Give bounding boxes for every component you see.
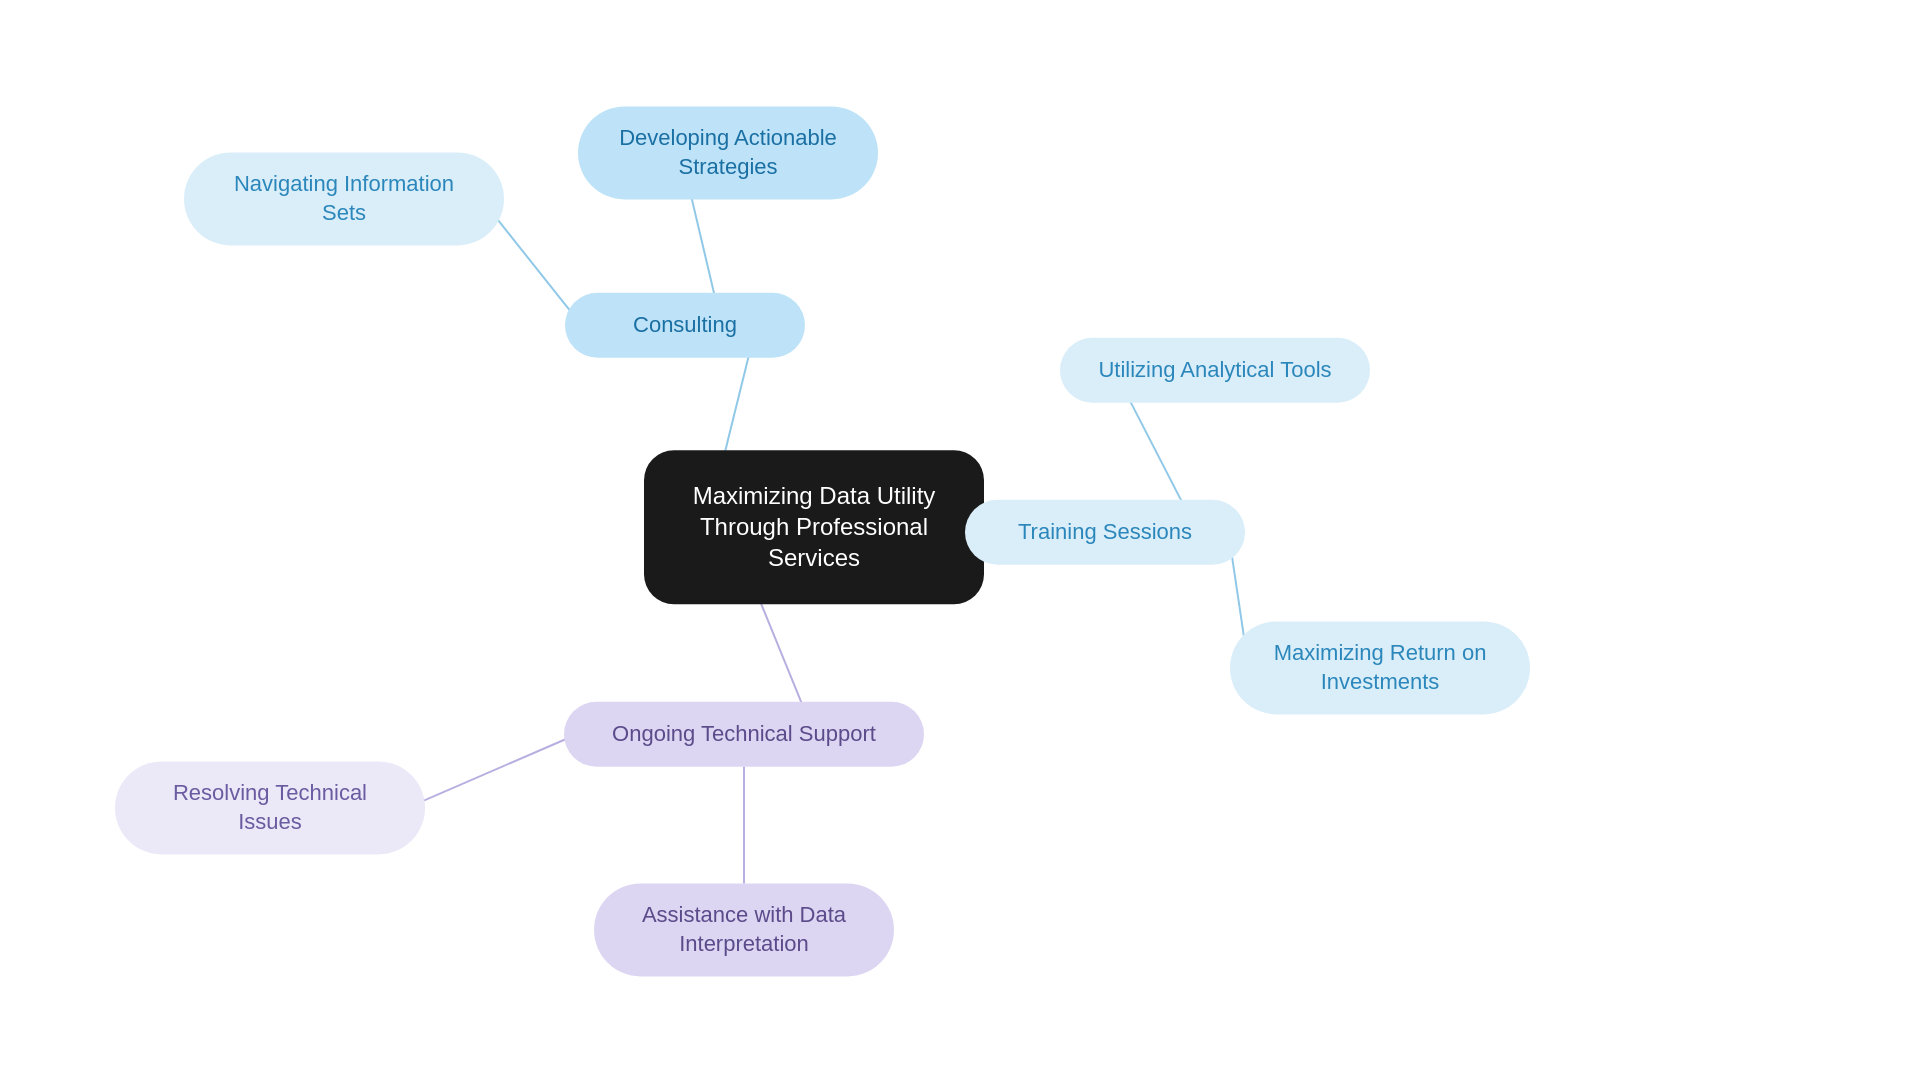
center-node: Maximizing Data Utility Through Professi…	[644, 450, 984, 604]
navigating-node: Navigating Information Sets	[184, 152, 504, 245]
consulting-node: Consulting	[565, 293, 805, 358]
developing-node: Developing Actionable Strategies	[578, 106, 878, 199]
maximizing-roi-node: Maximizing Return on Investments	[1230, 621, 1530, 714]
training-node: Training Sessions	[965, 500, 1245, 565]
utilizing-node: Utilizing Analytical Tools	[1060, 338, 1370, 403]
mind-map: Maximizing Data Utility Through Professi…	[0, 0, 1920, 1083]
ongoing-node: Ongoing Technical Support	[564, 702, 924, 767]
assistance-node: Assistance with Data Interpretation	[594, 883, 894, 976]
resolving-node: Resolving Technical Issues	[115, 761, 425, 854]
